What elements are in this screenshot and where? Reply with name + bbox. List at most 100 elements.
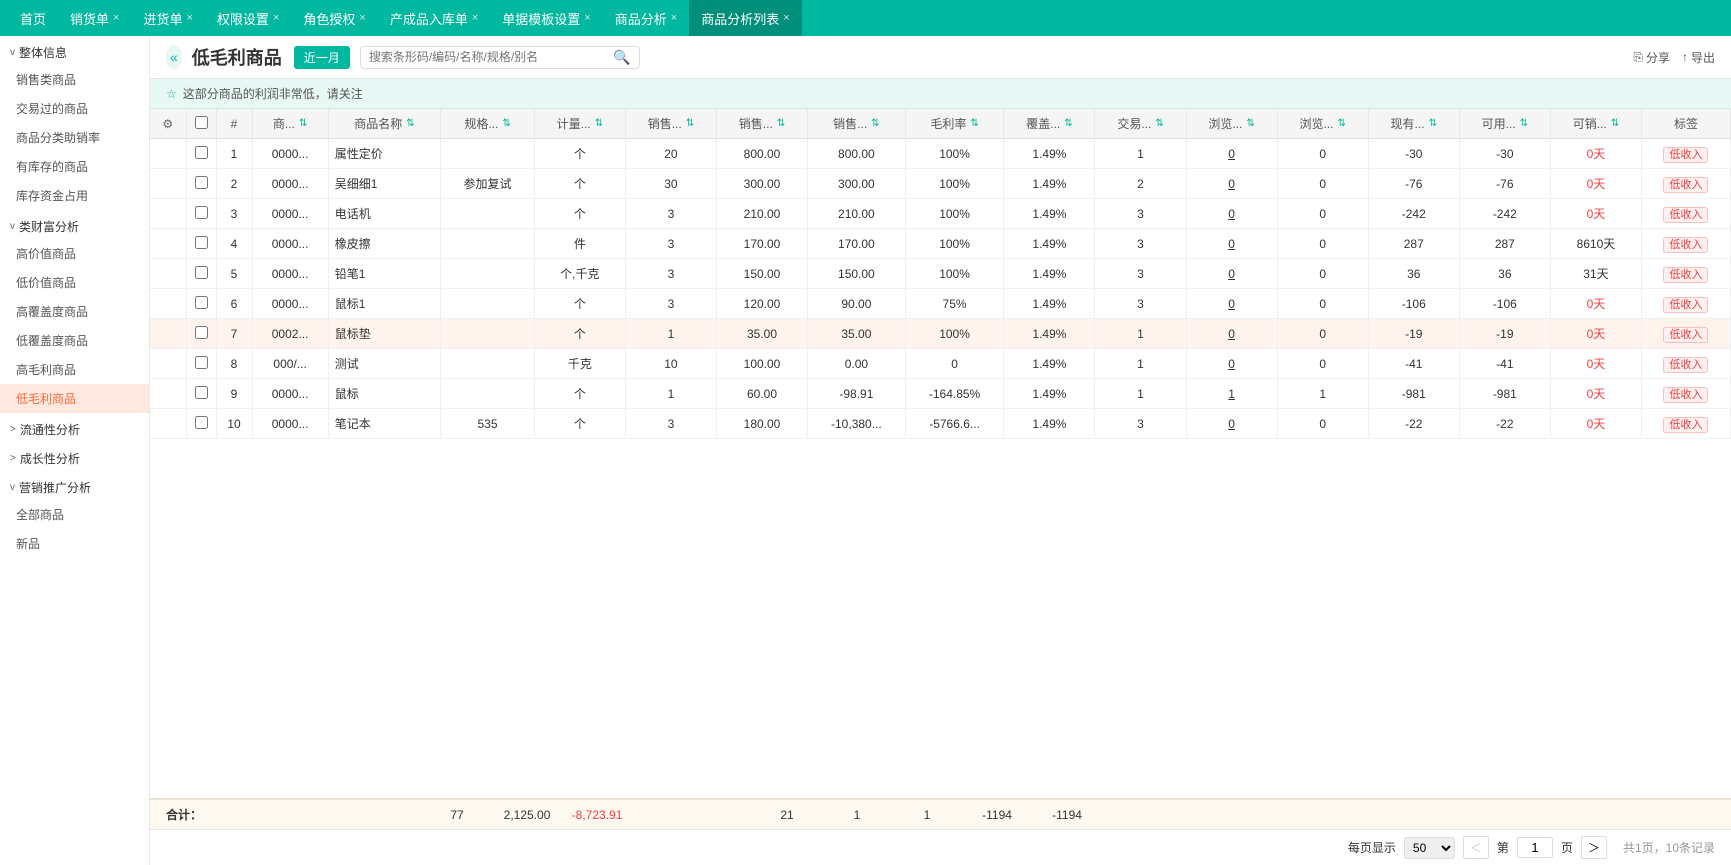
sidebar-item-销售类商品[interactable]: 销售类商品	[0, 65, 149, 94]
row-select-checkbox[interactable]	[195, 296, 208, 309]
export-btn[interactable]: ↑ 导出	[1682, 49, 1715, 66]
sidebar-group-流通性分析[interactable]: >流通性分析	[0, 413, 149, 442]
sort-code[interactable]: ⇅	[299, 118, 307, 129]
row-checkbox[interactable]	[186, 169, 216, 199]
row-select-checkbox[interactable]	[195, 326, 208, 339]
row-select-checkbox[interactable]	[195, 146, 208, 159]
view1-link[interactable]: 0	[1228, 207, 1235, 221]
row-view1[interactable]: 0	[1186, 349, 1277, 379]
sort-name[interactable]: ⇅	[406, 118, 414, 129]
nav-item-单据模板设置[interactable]: 单据模板设置×	[490, 0, 602, 36]
sort-cover[interactable]: ⇅	[1064, 118, 1072, 129]
col-checkbox[interactable]	[186, 109, 216, 139]
view1-link[interactable]: 0	[1228, 417, 1235, 431]
row-select-checkbox[interactable]	[195, 356, 208, 369]
sidebar-item-全部商品[interactable]: 全部商品	[0, 500, 149, 529]
col-settings[interactable]: ⚙	[150, 109, 186, 139]
nav-close-icon[interactable]: ×	[584, 12, 590, 24]
sidebar-item-高覆盖度商品[interactable]: 高覆盖度商品	[0, 297, 149, 326]
row-select-checkbox[interactable]	[195, 206, 208, 219]
nav-item-商品分析列表[interactable]: 商品分析列表×	[689, 0, 801, 36]
row-view1[interactable]: 0	[1186, 259, 1277, 289]
sort-view2[interactable]: ⇅	[1337, 118, 1345, 129]
nav-close-icon[interactable]: ×	[273, 12, 279, 24]
sidebar-collapse-btn[interactable]: «	[166, 45, 182, 69]
row-checkbox[interactable]	[186, 259, 216, 289]
nav-close-icon[interactable]: ×	[186, 12, 192, 24]
nav-item-商品分析[interactable]: 商品分析×	[603, 0, 689, 36]
nav-item-权限设置[interactable]: 权限设置×	[205, 0, 291, 36]
nav-item-进货单[interactable]: 进货单×	[131, 0, 204, 36]
row-select-checkbox[interactable]	[195, 386, 208, 399]
date-filter-btn[interactable]: 近一月	[294, 46, 350, 69]
settings-icon[interactable]: ⚙	[162, 117, 173, 131]
sort-current[interactable]: ⇅	[1429, 118, 1437, 129]
nav-item-产成品入库单[interactable]: 产成品入库单×	[378, 0, 490, 36]
sort-view1[interactable]: ⇅	[1246, 118, 1254, 129]
search-input[interactable]	[369, 50, 614, 64]
row-checkbox[interactable]	[186, 319, 216, 349]
row-view1[interactable]: 1	[1186, 379, 1277, 409]
page-number-input[interactable]	[1517, 837, 1553, 858]
row-view1[interactable]: 0	[1186, 199, 1277, 229]
nav-close-icon[interactable]: ×	[671, 12, 677, 24]
row-checkbox[interactable]	[186, 409, 216, 439]
search-icon[interactable]: 🔍	[613, 49, 630, 66]
prev-page-btn[interactable]: ＜	[1463, 836, 1489, 859]
nav-item-销货单[interactable]: 销货单×	[58, 0, 131, 36]
nav-close-icon[interactable]: ×	[359, 12, 365, 24]
view1-link[interactable]: 0	[1228, 147, 1235, 161]
sidebar-item-商品分类助销率[interactable]: 商品分类助销率	[0, 123, 149, 152]
share-btn[interactable]: ⎘ 分享	[1633, 49, 1670, 66]
view1-link[interactable]: 0	[1228, 357, 1235, 371]
row-select-checkbox[interactable]	[195, 266, 208, 279]
sort-gross[interactable]: ⇅	[970, 118, 978, 129]
view1-link[interactable]: 0	[1228, 267, 1235, 281]
sidebar-item-高价值商品[interactable]: 高价值商品	[0, 239, 149, 268]
sort-usable[interactable]: ⇅	[1520, 118, 1528, 129]
row-view1[interactable]: 0	[1186, 289, 1277, 319]
sidebar-item-库存资金占用[interactable]: 库存资金占用	[0, 181, 149, 210]
sidebar-item-交易过的商品[interactable]: 交易过的商品	[0, 94, 149, 123]
nav-item-首页[interactable]: 首页	[8, 0, 58, 36]
sidebar-item-低价值商品[interactable]: 低价值商品	[0, 268, 149, 297]
sort-sales-amount[interactable]: ⇅	[871, 118, 879, 129]
sort-trade[interactable]: ⇅	[1155, 118, 1163, 129]
nav-close-icon[interactable]: ×	[472, 12, 478, 24]
sort-spec[interactable]: ⇅	[502, 118, 510, 129]
row-view1[interactable]: 0	[1186, 139, 1277, 169]
sidebar-item-低覆盖度商品[interactable]: 低覆盖度商品	[0, 326, 149, 355]
sort-sales-price[interactable]: ⇅	[777, 118, 785, 129]
row-checkbox[interactable]	[186, 199, 216, 229]
sidebar-item-高毛利商品[interactable]: 高毛利商品	[0, 355, 149, 384]
row-checkbox[interactable]	[186, 349, 216, 379]
view1-link[interactable]: 0	[1228, 327, 1235, 341]
row-checkbox[interactable]	[186, 139, 216, 169]
sort-sales-qty[interactable]: ⇅	[686, 118, 694, 129]
sidebar-group-类财富分析[interactable]: v类财富分析	[0, 210, 149, 239]
sidebar-item-低毛利商品[interactable]: 低毛利商品	[0, 384, 149, 413]
row-checkbox[interactable]	[186, 379, 216, 409]
page-size-select[interactable]: 50 100 200	[1404, 837, 1455, 859]
next-page-btn[interactable]: ＞	[1581, 836, 1607, 859]
sort-saleable[interactable]: ⇅	[1611, 118, 1619, 129]
sidebar-item-新品[interactable]: 新品	[0, 529, 149, 558]
row-checkbox[interactable]	[186, 229, 216, 259]
sidebar-item-有库存的商品[interactable]: 有库存的商品	[0, 152, 149, 181]
row-select-checkbox[interactable]	[195, 416, 208, 429]
view1-link[interactable]: 0	[1228, 297, 1235, 311]
row-view1[interactable]: 0	[1186, 229, 1277, 259]
row-select-checkbox[interactable]	[195, 236, 208, 249]
row-view1[interactable]: 0	[1186, 169, 1277, 199]
row-view1[interactable]: 0	[1186, 319, 1277, 349]
view1-link[interactable]: 0	[1228, 237, 1235, 251]
nav-close-icon[interactable]: ×	[783, 12, 789, 24]
view1-link[interactable]: 0	[1228, 177, 1235, 191]
view1-link[interactable]: 1	[1228, 387, 1235, 401]
sidebar-group-成长性分析[interactable]: >成长性分析	[0, 442, 149, 471]
select-all-checkbox[interactable]	[195, 116, 208, 129]
sort-unit[interactable]: ⇅	[595, 118, 603, 129]
sidebar-group-营销推广分析[interactable]: v营销推广分析	[0, 471, 149, 500]
row-view1[interactable]: 0	[1186, 409, 1277, 439]
row-select-checkbox[interactable]	[195, 176, 208, 189]
